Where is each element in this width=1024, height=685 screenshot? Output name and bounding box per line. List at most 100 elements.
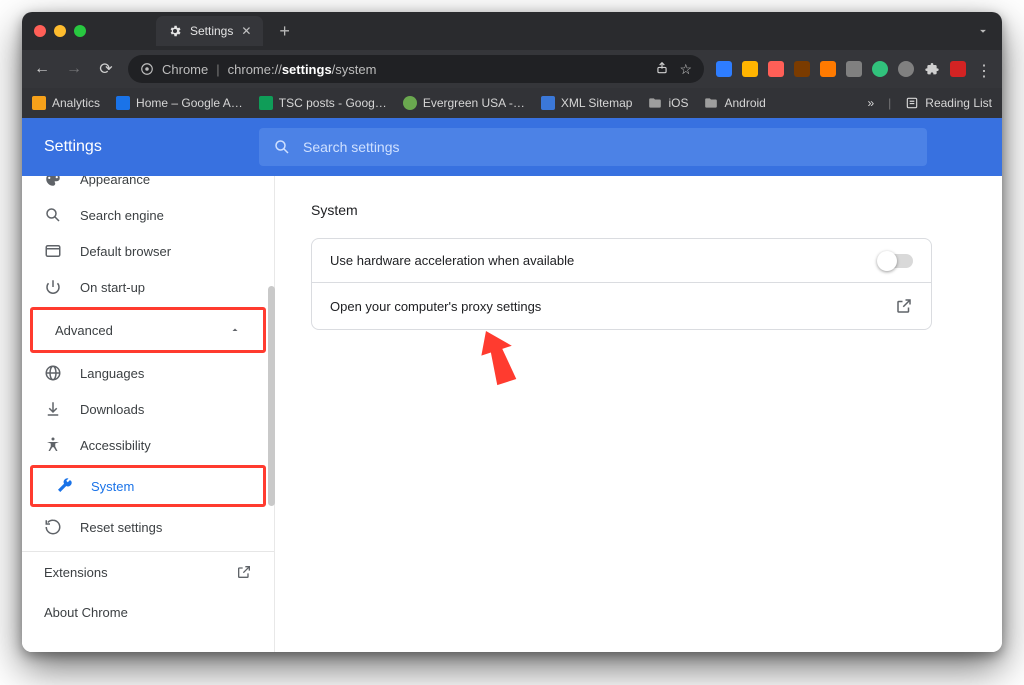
wrench-icon (55, 477, 73, 495)
tab-strip: Settings ✕ + (22, 12, 1002, 50)
scheme-label: Chrome (162, 62, 208, 77)
extension-icon[interactable] (898, 61, 914, 77)
chrome-scheme-icon (140, 62, 154, 76)
sidebar-scrollbar[interactable] (268, 176, 275, 652)
bookmark-folder[interactable]: iOS (648, 96, 688, 110)
sidebar-item-label: Languages (80, 366, 144, 381)
page-title: Settings (22, 138, 259, 156)
scrollbar-thumb[interactable] (268, 286, 275, 506)
browser-toolbar: ← → ⟳ Chrome | chrome://settings/system … (22, 50, 1002, 88)
sidebar-item-label: Default browser (80, 244, 171, 259)
bookmarks-overflow[interactable]: » (867, 96, 874, 110)
tabs-dropdown-icon[interactable] (976, 24, 990, 38)
window-controls (34, 25, 86, 37)
reading-list-button[interactable]: Reading List (905, 96, 992, 110)
settings-sidebar: Appearance Search engine Default browser… (22, 176, 275, 652)
search-settings-input[interactable]: Search settings (259, 128, 927, 166)
section-heading: System (311, 202, 932, 218)
sidebar-item-label: Accessibility (80, 438, 151, 453)
search-icon (273, 138, 291, 156)
sidebar-item-accessibility[interactable]: Accessibility (22, 427, 274, 463)
extensions-puzzle-icon[interactable] (924, 61, 940, 77)
minimize-window-button[interactable] (54, 25, 66, 37)
search-icon (44, 206, 62, 224)
url-suffix: /system (332, 62, 377, 77)
sidebar-item-languages[interactable]: Languages (22, 355, 274, 391)
tab-title: Settings (190, 24, 233, 38)
folder-icon (704, 96, 718, 110)
settings-body: Appearance Search engine Default browser… (22, 176, 1002, 652)
download-icon (44, 400, 62, 418)
omnibox-separator: | (216, 62, 219, 77)
url-bold: settings (282, 62, 332, 77)
accessibility-icon (44, 436, 62, 454)
annotation-highlight-advanced: Advanced (30, 307, 266, 353)
bookmark-label: Home – Google A… (136, 96, 243, 110)
close-window-button[interactable] (34, 25, 46, 37)
bookmark-item[interactable]: Evergreen USA -… (403, 96, 525, 110)
sidebar-item-label: Search engine (80, 208, 164, 223)
back-button[interactable]: ← (32, 60, 52, 78)
open-external-icon (236, 564, 252, 580)
sidebar-item-on-startup[interactable]: On start-up (22, 269, 274, 305)
sidebar-item-appearance[interactable]: Appearance (22, 176, 274, 197)
search-placeholder: Search settings (303, 139, 400, 155)
reading-list-label: Reading List (925, 96, 992, 110)
hardware-accel-toggle[interactable] (879, 254, 913, 268)
extension-icon[interactable] (794, 61, 810, 77)
share-icon[interactable] (655, 61, 669, 75)
extension-icon[interactable] (820, 61, 836, 77)
bookmark-item[interactable]: Analytics (32, 96, 100, 110)
sidebar-item-label: Downloads (80, 402, 144, 417)
annotation-highlight-system: System (30, 465, 266, 507)
sidebar-item-default-browser[interactable]: Default browser (22, 233, 274, 269)
bookmark-star-icon[interactable]: ☆ (679, 61, 692, 78)
row-hardware-accel[interactable]: Use hardware acceleration when available (312, 239, 931, 282)
sidebar-item-label: Extensions (44, 565, 108, 580)
bookmark-item[interactable]: Home – Google A… (116, 96, 243, 110)
omnibox-actions: ☆ (655, 61, 692, 78)
new-tab-button[interactable]: + (273, 21, 296, 42)
sidebar-item-about[interactable]: About Chrome (22, 592, 274, 632)
sidebar-item-downloads[interactable]: Downloads (22, 391, 274, 427)
chevron-up-icon (229, 324, 241, 336)
extension-icon[interactable] (716, 61, 732, 77)
settings-header: Settings Search settings (22, 118, 1002, 176)
bookmark-item[interactable]: TSC posts - Goog… (259, 96, 387, 110)
palette-icon (44, 176, 62, 188)
url-text: chrome://settings/system (228, 62, 377, 77)
extension-icon[interactable] (768, 61, 784, 77)
sidebar-item-search-engine[interactable]: Search engine (22, 197, 274, 233)
bookmark-label: iOS (668, 96, 688, 110)
globe-icon (44, 364, 62, 382)
extension-icon[interactable] (742, 61, 758, 77)
maximize-window-button[interactable] (74, 25, 86, 37)
extension-icon[interactable] (872, 61, 888, 77)
row-proxy-settings[interactable]: Open your computer's proxy settings (312, 282, 931, 329)
sidebar-item-system[interactable]: System (33, 468, 263, 504)
bookmark-folder[interactable]: Android (704, 96, 765, 110)
extension-icon[interactable] (846, 61, 862, 77)
extension-icon[interactable] (950, 61, 966, 77)
reading-list-icon (905, 96, 919, 110)
bookmark-item[interactable]: XML Sitemap (541, 96, 633, 110)
browser-tab-settings[interactable]: Settings ✕ (156, 16, 263, 46)
sidebar-item-label: About Chrome (44, 605, 128, 620)
forward-button[interactable]: → (64, 60, 84, 78)
sidebar-item-label: Reset settings (80, 520, 162, 535)
bookmark-label: Analytics (52, 96, 100, 110)
bookmark-label: TSC posts - Goog… (279, 96, 387, 110)
sidebar-item-extensions[interactable]: Extensions (22, 552, 274, 592)
chrome-menu-icon[interactable]: ⋮ (976, 61, 992, 77)
bookmarks-bar: Analytics Home – Google A… TSC posts - G… (22, 88, 1002, 118)
sidebar-item-label: On start-up (80, 280, 145, 295)
browser-window: Settings ✕ + ← → ⟳ Chrome | chrome://set… (22, 12, 1002, 652)
sidebar-section-advanced[interactable]: Advanced (33, 310, 263, 350)
restore-icon (44, 518, 62, 536)
reload-button[interactable]: ⟳ (96, 59, 116, 79)
sidebar-item-reset[interactable]: Reset settings (22, 509, 274, 545)
row-label: Use hardware acceleration when available (330, 253, 574, 268)
address-bar[interactable]: Chrome | chrome://settings/system ☆ (128, 55, 704, 83)
close-tab-icon[interactable]: ✕ (241, 24, 251, 38)
bookmarks-separator: | (888, 96, 891, 110)
